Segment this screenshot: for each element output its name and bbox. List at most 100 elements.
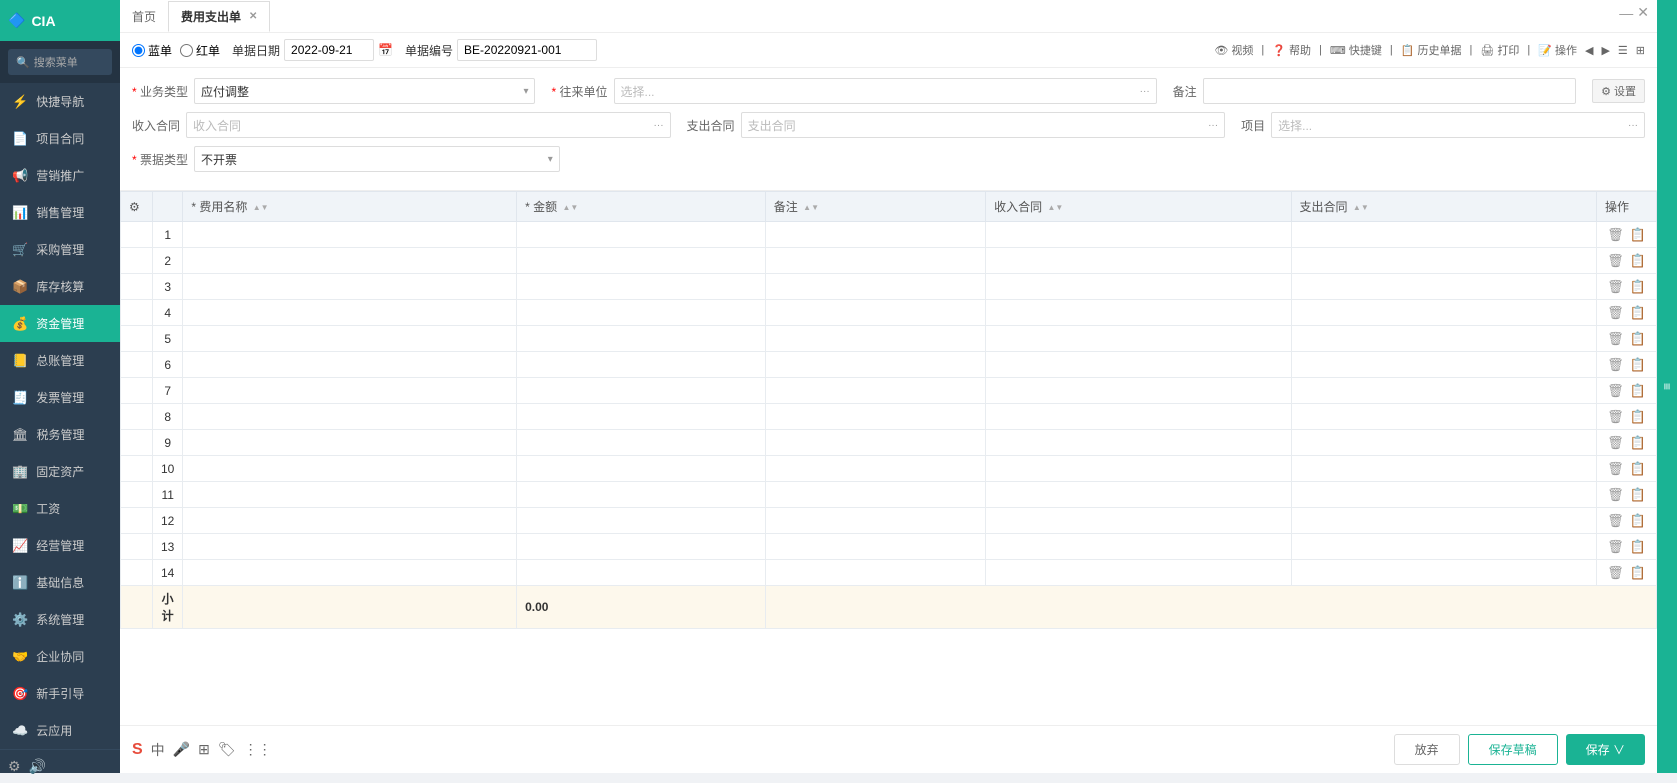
invoice-type-select[interactable]: 不开票 ▾ (194, 146, 560, 172)
row-expense-contract-7[interactable] (1291, 378, 1596, 404)
row-expense-contract-5[interactable] (1291, 326, 1596, 352)
copy-icon-13[interactable]: 📋 (1630, 539, 1646, 555)
delete-icon-3[interactable]: 🗑 (1607, 279, 1624, 295)
project-input[interactable]: 选择... ··· (1271, 112, 1645, 138)
expense-contract-input[interactable]: 支出合同 ··· (741, 112, 1226, 138)
actions-btn[interactable]: 📝 操作 (1538, 42, 1577, 58)
row-amount-3[interactable] (517, 274, 766, 300)
sidebar-item-tax-mgmt[interactable]: 🏛税务管理 (0, 416, 120, 453)
shortcut-btn[interactable]: ⌨ 快捷键 (1330, 42, 1382, 58)
row-expense-contract-4[interactable] (1291, 300, 1596, 326)
row-amount-10[interactable] (517, 456, 766, 482)
print-btn[interactable]: 🖨 打印 (1480, 42, 1519, 58)
row-income-contract-5[interactable] (986, 326, 1291, 352)
delete-icon-8[interactable]: 🗑 (1607, 409, 1624, 425)
sidebar-item-accounting[interactable]: 📒总账管理 (0, 342, 120, 379)
settings-bottom-icon[interactable]: ⚙ (8, 758, 21, 775)
copy-icon-12[interactable]: 📋 (1630, 513, 1646, 529)
delete-icon-10[interactable]: 🗑 (1607, 461, 1624, 477)
row-expense-name-5[interactable] (183, 326, 517, 352)
row-expense-name-11[interactable] (183, 482, 517, 508)
row-income-contract-12[interactable] (986, 508, 1291, 534)
row-income-contract-6[interactable] (986, 352, 1291, 378)
row-remark-8[interactable] (765, 404, 985, 430)
footer-mic-icon[interactable]: 🎤 (173, 741, 190, 758)
row-expense-name-10[interactable] (183, 456, 517, 482)
copy-icon-14[interactable]: 📋 (1630, 565, 1646, 581)
minimize-button[interactable]: — (1619, 4, 1633, 21)
row-expense-contract-13[interactable] (1291, 534, 1596, 560)
footer-apps-icon[interactable]: ⋮⋮ (244, 741, 272, 758)
sidebar-item-basic-info[interactable]: ℹ️基础信息 (0, 564, 120, 601)
sidebar-item-new-guide[interactable]: 🎯新手引导 (0, 675, 120, 712)
counterpart-dots[interactable]: ··· (1140, 86, 1150, 97)
sidebar-item-marketing[interactable]: 📢营销推广 (0, 157, 120, 194)
row-remark-10[interactable] (765, 456, 985, 482)
tab-expense-form[interactable]: 费用支出单✕ (168, 1, 270, 32)
row-expense-contract-14[interactable] (1291, 560, 1596, 586)
col-remark-header[interactable]: 备注 ▲▼ (765, 192, 985, 222)
row-remark-2[interactable] (765, 248, 985, 274)
history-btn[interactable]: 📋 历史单据 (1401, 42, 1462, 58)
radio-blue-input[interactable] (132, 44, 145, 57)
date-input[interactable] (284, 39, 374, 61)
nav-prev-btn[interactable]: ◀ (1585, 44, 1593, 57)
row-remark-6[interactable] (765, 352, 985, 378)
nav-next-btn[interactable]: ▶ (1601, 44, 1609, 57)
delete-icon-12[interactable]: 🗑 (1607, 513, 1624, 529)
row-income-contract-13[interactable] (986, 534, 1291, 560)
row-amount-6[interactable] (517, 352, 766, 378)
sidebar-item-inventory[interactable]: 📦库存核算 (0, 268, 120, 305)
income-contract-dots[interactable]: ··· (654, 120, 664, 131)
row-income-contract-1[interactable] (986, 222, 1291, 248)
project-dots[interactable]: ··· (1628, 120, 1638, 131)
row-amount-7[interactable] (517, 378, 766, 404)
row-remark-9[interactable] (765, 430, 985, 456)
grid-view-btn[interactable]: ⊞ (1636, 44, 1645, 57)
delete-icon-4[interactable]: 🗑 (1607, 305, 1624, 321)
copy-icon-5[interactable]: 📋 (1630, 331, 1646, 347)
col-expense-name-header[interactable]: * 费用名称 ▲▼ (183, 192, 517, 222)
delete-icon-5[interactable]: 🗑 (1607, 331, 1624, 347)
sort-amount-icon[interactable]: ▲▼ (562, 203, 578, 212)
copy-icon-4[interactable]: 📋 (1630, 305, 1646, 321)
sort-expense-name-icon[interactable]: ▲▼ (253, 203, 269, 212)
sidebar-item-system-mgmt[interactable]: ⚙️系统管理 (0, 601, 120, 638)
sidebar-item-purchase-mgmt[interactable]: 🛒采购管理 (0, 231, 120, 268)
row-remark-3[interactable] (765, 274, 985, 300)
sidebar-item-enterprise[interactable]: 🤝企业协同 (0, 638, 120, 675)
row-amount-12[interactable] (517, 508, 766, 534)
row-income-contract-4[interactable] (986, 300, 1291, 326)
right-panel-tab[interactable]: ≡ (1657, 0, 1677, 773)
delete-icon-6[interactable]: 🗑 (1607, 357, 1624, 373)
copy-icon-6[interactable]: 📋 (1630, 357, 1646, 373)
discard-button[interactable]: 放弃 (1394, 734, 1460, 765)
row-expense-name-7[interactable] (183, 378, 517, 404)
sort-remark-icon[interactable]: ▲▼ (803, 203, 819, 212)
row-remark-11[interactable] (765, 482, 985, 508)
sidebar-item-capital-mgmt[interactable]: 💰资金管理 (0, 305, 120, 342)
row-remark-7[interactable] (765, 378, 985, 404)
row-income-contract-14[interactable] (986, 560, 1291, 586)
row-amount-5[interactable] (517, 326, 766, 352)
row-amount-9[interactable] (517, 430, 766, 456)
row-income-contract-11[interactable] (986, 482, 1291, 508)
row-income-contract-2[interactable] (986, 248, 1291, 274)
close-button[interactable]: ✕ (1637, 4, 1649, 21)
row-expense-name-13[interactable] (183, 534, 517, 560)
sidebar-item-quick-nav[interactable]: ⚡快捷导航 (0, 83, 120, 120)
list-view-btn[interactable]: ☰ (1618, 44, 1628, 57)
delete-icon-7[interactable]: 🗑 (1607, 383, 1624, 399)
sidebar-item-payroll[interactable]: 💵工资 (0, 490, 120, 527)
row-amount-8[interactable] (517, 404, 766, 430)
col-income-contract-header[interactable]: 收入合同 ▲▼ (986, 192, 1291, 222)
delete-icon-11[interactable]: 🗑 (1607, 487, 1624, 503)
income-contract-input[interactable]: 收入合同 ··· (186, 112, 671, 138)
row-expense-contract-3[interactable] (1291, 274, 1596, 300)
row-expense-contract-2[interactable] (1291, 248, 1596, 274)
tab-close-expense-form[interactable]: ✕ (249, 11, 257, 22)
row-remark-1[interactable] (765, 222, 985, 248)
help-btn[interactable]: ❓ 帮助 (1272, 42, 1311, 58)
search-menu-button[interactable]: 🔍 搜索菜单 (8, 49, 112, 75)
footer-s-icon[interactable]: S (132, 741, 143, 759)
